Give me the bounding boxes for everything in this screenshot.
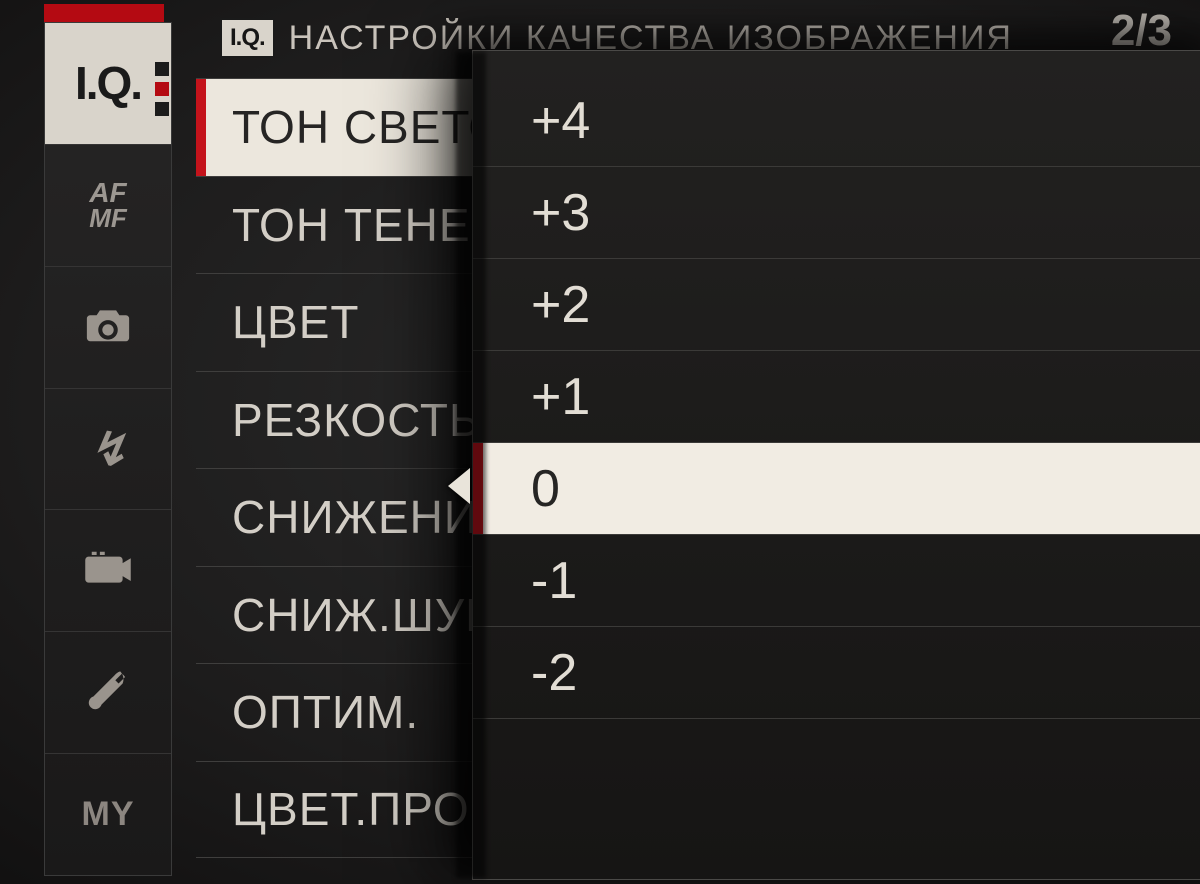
value-label: +2 bbox=[531, 275, 590, 335]
value-label: +3 bbox=[531, 183, 590, 243]
value-option-minus2[interactable]: -2 bbox=[473, 627, 1200, 719]
menu-item-label: ЦВЕТ bbox=[232, 295, 360, 349]
sidebar-item-shooting[interactable] bbox=[45, 267, 171, 389]
category-sidebar: I.Q. AF MF ↯ bbox=[44, 22, 172, 876]
value-option-plus4[interactable]: +4 bbox=[473, 75, 1200, 167]
sidebar-item-flash[interactable]: ↯ bbox=[45, 389, 171, 511]
flash-icon: ↯ bbox=[89, 422, 128, 476]
value-selector-popup: +4 +3 +2 +1 0 -1 -2 bbox=[472, 50, 1200, 880]
sidebar-item-setup[interactable] bbox=[45, 632, 171, 754]
sidebar-item-my[interactable]: MY bbox=[45, 754, 171, 875]
sidebar-item-iq[interactable]: I.Q. bbox=[45, 23, 171, 145]
value-label: +1 bbox=[531, 367, 590, 427]
value-option-plus2[interactable]: +2 bbox=[473, 259, 1200, 351]
video-icon bbox=[82, 542, 134, 599]
selection-marker bbox=[196, 79, 206, 176]
value-label: 0 bbox=[531, 459, 560, 519]
value-option-plus1[interactable]: +1 bbox=[473, 351, 1200, 443]
menu-item-label: РЕЗКОСТЬ bbox=[232, 393, 480, 447]
my-menu-label: MY bbox=[82, 795, 135, 834]
iq-badge-icon: I.Q. bbox=[75, 56, 141, 110]
value-option-minus1[interactable]: -1 bbox=[473, 535, 1200, 627]
chevron-left-icon bbox=[448, 468, 470, 504]
value-label: +4 bbox=[531, 91, 590, 151]
afmf-icon: AF MF bbox=[89, 180, 127, 231]
wrench-icon bbox=[82, 664, 134, 721]
camera-menu-screen: I.Q. НАСТРОЙКИ КАЧЕСТВА ИЗОБРАЖЕНИЯ 2/3 … bbox=[0, 0, 1200, 884]
popup-shadow bbox=[456, 52, 486, 878]
iq-badge-small: I.Q. bbox=[220, 18, 275, 58]
menu-item-label: ОПТИМ. bbox=[232, 685, 419, 739]
accent-bar bbox=[44, 4, 164, 22]
sidebar-item-video[interactable] bbox=[45, 510, 171, 632]
value-option-zero[interactable]: 0 bbox=[473, 443, 1200, 535]
page-indicator: 2/3 bbox=[1111, 6, 1172, 56]
value-option-plus3[interactable]: +3 bbox=[473, 167, 1200, 259]
iq-badge-squares bbox=[155, 62, 169, 116]
sidebar-item-afmf[interactable]: AF MF bbox=[45, 145, 171, 267]
camera-icon bbox=[82, 299, 134, 356]
value-label: -2 bbox=[531, 643, 577, 703]
value-label: -1 bbox=[531, 551, 577, 611]
